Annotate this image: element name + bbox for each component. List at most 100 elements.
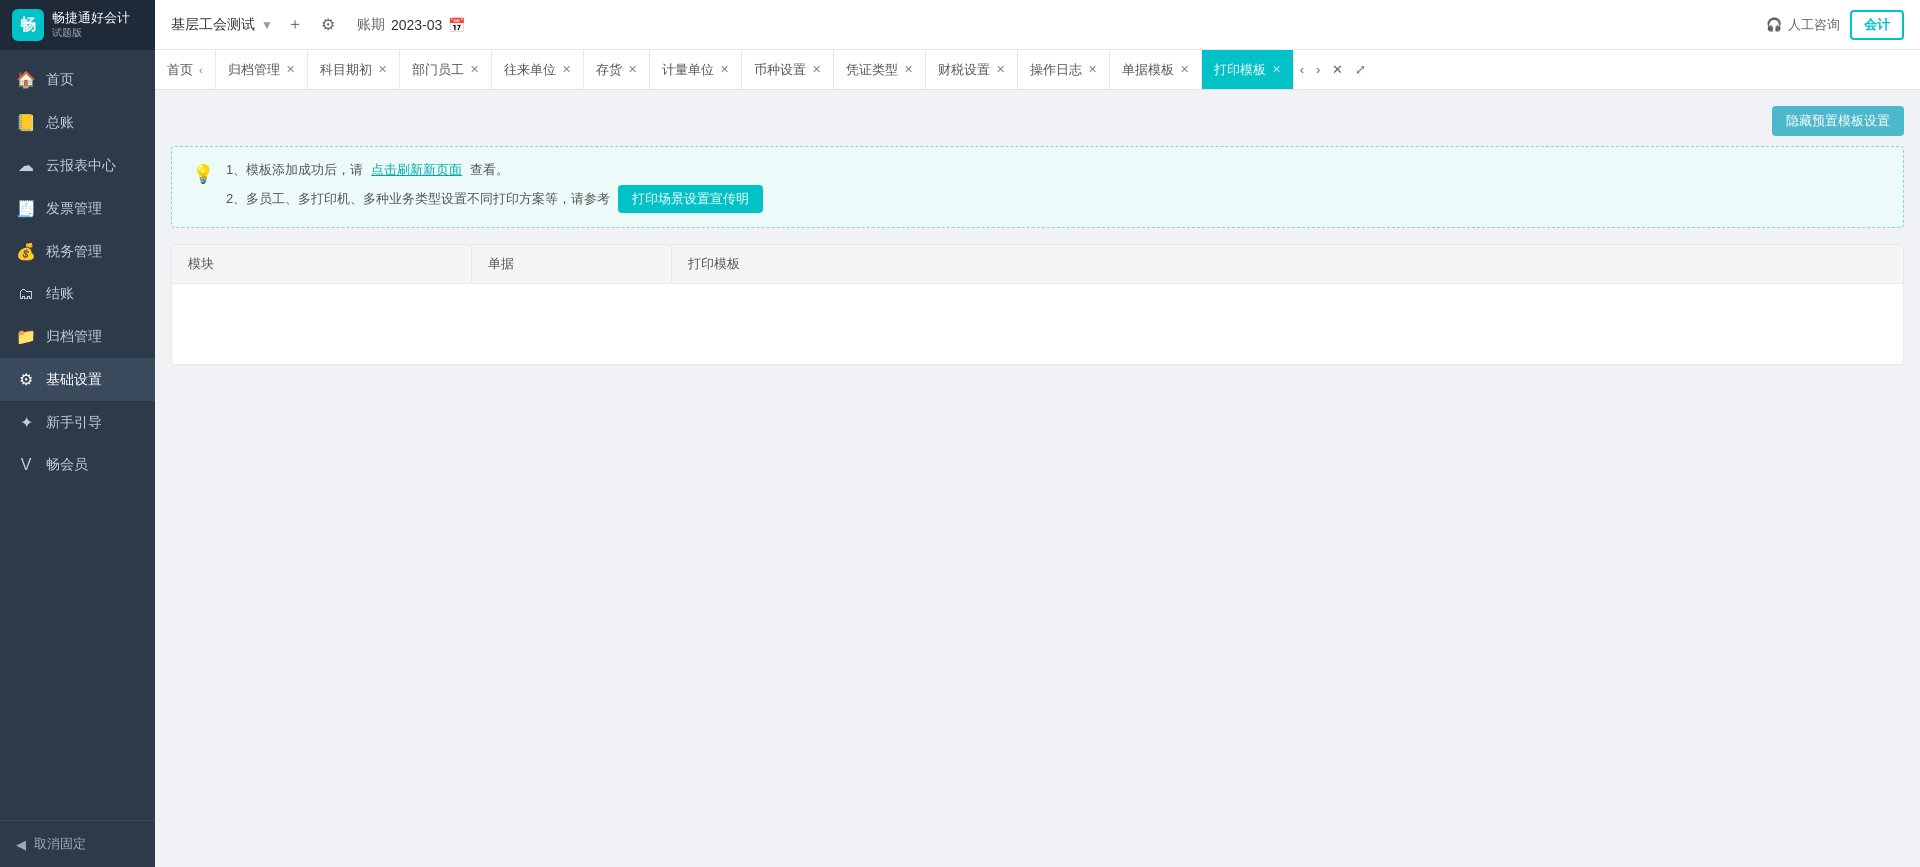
headset-icon: 🎧 <box>1766 17 1782 32</box>
tab-op-log-label: 操作日志 <box>1030 61 1082 79</box>
info-line1-suffix: 查看。 <box>470 161 509 179</box>
sidebar-item-label: 归档管理 <box>46 328 102 346</box>
col-print-template: 打印模板 <box>672 245 1903 283</box>
period-display: 账期 2023-03 📅 <box>357 16 465 34</box>
member-icon: V <box>16 456 36 474</box>
unpin-icon: ◀ <box>16 837 26 852</box>
tab-print-template-close-icon[interactable]: ✕ <box>1272 63 1281 76</box>
tab-voucher-type-close-icon[interactable]: ✕ <box>904 63 913 76</box>
tab-dept-employee[interactable]: 部门员工 ✕ <box>400 50 492 89</box>
tab-currency-close-icon[interactable]: ✕ <box>812 63 821 76</box>
sidebar: 畅 畅捷通好会计 试题版 🏠 首页 📒 总账 ☁ 云报表中心 🧾 发票管理 💰 … <box>0 0 155 867</box>
tab-contacts-label: 往来单位 <box>504 61 556 79</box>
tab-voucher-type[interactable]: 凭证类型 ✕ <box>834 50 926 89</box>
col-module: 模块 <box>172 245 472 283</box>
period-label: 账期 <box>357 16 385 34</box>
tab-close-all[interactable]: ✕ <box>1326 50 1349 89</box>
sidebar-nav: 🏠 首页 📒 总账 ☁ 云报表中心 🧾 发票管理 💰 税务管理 🗂 结账 📁 归… <box>0 50 155 820</box>
home-icon: 🏠 <box>16 70 36 89</box>
tab-single-template-label: 单据模板 <box>1122 61 1174 79</box>
tab-op-log-close-icon[interactable]: ✕ <box>1088 63 1097 76</box>
refresh-link[interactable]: 点击刷新新页面 <box>371 161 462 179</box>
close-account-icon: 🗂 <box>16 285 36 303</box>
info-box: 💡 1、模板添加成功后，请 点击刷新新页面 查看。 2、多员工、多打印机、多种业… <box>171 146 1904 228</box>
tab-unit-close-icon[interactable]: ✕ <box>720 63 729 76</box>
tab-unit[interactable]: 计量单位 ✕ <box>650 50 742 89</box>
company-name: 基层工会测试 <box>171 16 255 34</box>
sidebar-item-member[interactable]: V 畅会员 <box>0 444 155 486</box>
info-box-content: 1、模板添加成功后，请 点击刷新新页面 查看。 2、多员工、多打印机、多种业务类… <box>226 161 1883 213</box>
tab-archive-mgmt-close-icon[interactable]: ✕ <box>286 63 295 76</box>
info-line-2: 2、多员工、多打印机、多种业务类型设置不同打印方案等，请参考 打印场景设置宣传明 <box>226 185 1883 213</box>
tab-subject-init[interactable]: 科目期初 ✕ <box>308 50 400 89</box>
service-label: 人工咨询 <box>1788 16 1840 34</box>
sidebar-item-tax[interactable]: 💰 税务管理 <box>0 230 155 273</box>
settings-gear-icon[interactable]: ⚙ <box>317 15 339 34</box>
sidebar-item-label: 畅会员 <box>46 456 88 474</box>
tab-currency[interactable]: 币种设置 ✕ <box>742 50 834 89</box>
info-line-1: 1、模板添加成功后，请 点击刷新新页面 查看。 <box>226 161 1883 179</box>
info-line1-prefix: 1、模板添加成功后，请 <box>226 161 363 179</box>
sidebar-footer-unpin[interactable]: ◀ 取消固定 <box>0 820 155 867</box>
sidebar-item-guide[interactable]: ✦ 新手引导 <box>0 401 155 444</box>
tab-archive-mgmt-label: 归档管理 <box>228 61 280 79</box>
tab-dept-employee-label: 部门员工 <box>412 61 464 79</box>
tab-inventory-close-icon[interactable]: ✕ <box>628 63 637 76</box>
tab-contacts-close-icon[interactable]: ✕ <box>562 63 571 76</box>
archive-icon: 📁 <box>16 327 36 346</box>
sidebar-item-basic-settings[interactable]: ⚙ 基础设置 <box>0 358 155 401</box>
tax-icon: 💰 <box>16 242 36 261</box>
accountant-button[interactable]: 会计 <box>1850 10 1904 40</box>
sidebar-item-cloud-report[interactable]: ☁ 云报表中心 <box>0 144 155 187</box>
tab-contacts[interactable]: 往来单位 ✕ <box>492 50 584 89</box>
service-button[interactable]: 🎧 人工咨询 <box>1766 16 1840 34</box>
tab-tax-settings-close-icon[interactable]: ✕ <box>996 63 1005 76</box>
sidebar-item-label: 基础设置 <box>46 371 102 389</box>
tab-print-template[interactable]: 打印模板 ✕ <box>1202 50 1294 89</box>
print-scene-button[interactable]: 打印场景设置宣传明 <box>618 185 763 213</box>
table-body <box>172 284 1903 364</box>
tab-single-template-close-icon[interactable]: ✕ <box>1180 63 1189 76</box>
sidebar-item-close-account[interactable]: 🗂 结账 <box>0 273 155 315</box>
tab-op-log[interactable]: 操作日志 ✕ <box>1018 50 1110 89</box>
settings-icon: ⚙ <box>16 370 36 389</box>
tab-scroll-right[interactable]: › <box>1310 50 1326 89</box>
invoice-icon: 🧾 <box>16 199 36 218</box>
add-tab-button[interactable]: ＋ <box>283 14 307 35</box>
sidebar-item-label: 云报表中心 <box>46 157 116 175</box>
tab-tax-settings[interactable]: 财税设置 ✕ <box>926 50 1018 89</box>
company-selector[interactable]: 基层工会测试 ▼ <box>171 16 273 34</box>
tab-subject-init-label: 科目期初 <box>320 61 372 79</box>
tab-home[interactable]: 首页 ‹ <box>155 50 216 89</box>
tab-subject-init-close-icon[interactable]: ✕ <box>378 63 387 76</box>
sidebar-item-label: 首页 <box>46 71 74 89</box>
sidebar-item-label: 新手引导 <box>46 414 102 432</box>
ledger-icon: 📒 <box>16 113 36 132</box>
data-table: 模块 单据 打印模板 <box>171 244 1904 365</box>
tab-single-template[interactable]: 单据模板 ✕ <box>1110 50 1202 89</box>
tab-unit-label: 计量单位 <box>662 61 714 79</box>
tab-dept-employee-close-icon[interactable]: ✕ <box>470 63 479 76</box>
content-area: 隐藏预置模板设置 💡 1、模板添加成功后，请 点击刷新新页面 查看。 2、多员工… <box>155 90 1920 867</box>
calendar-icon[interactable]: 📅 <box>448 17 465 33</box>
table-header: 模块 单据 打印模板 <box>172 245 1903 284</box>
tab-inventory-label: 存货 <box>596 61 622 79</box>
topbar: 基层工会测试 ▼ ＋ ⚙ 账期 2023-03 📅 🎧 人工咨询 会计 <box>155 0 1920 50</box>
content-header: 隐藏预置模板设置 <box>171 106 1904 136</box>
sidebar-item-archive[interactable]: 📁 归档管理 <box>0 315 155 358</box>
tab-scroll-left[interactable]: ‹ <box>1294 50 1310 89</box>
tab-inventory[interactable]: 存货 ✕ <box>584 50 650 89</box>
tab-print-template-label: 打印模板 <box>1214 61 1266 79</box>
tab-home-label: 首页 <box>167 61 193 79</box>
hide-template-button[interactable]: 隐藏预置模板设置 <box>1772 106 1904 136</box>
sidebar-item-invoice[interactable]: 🧾 发票管理 <box>0 187 155 230</box>
tab-archive-mgmt[interactable]: 归档管理 ✕ <box>216 50 308 89</box>
period-value: 2023-03 <box>391 17 442 33</box>
tab-currency-label: 币种设置 <box>754 61 806 79</box>
sidebar-logo: 畅 畅捷通好会计 试题版 <box>0 0 155 50</box>
tab-expand[interactable]: ⤢ <box>1349 50 1372 89</box>
cloud-icon: ☁ <box>16 156 36 175</box>
sidebar-item-home[interactable]: 🏠 首页 <box>0 58 155 101</box>
guide-icon: ✦ <box>16 413 36 432</box>
sidebar-item-ledger[interactable]: 📒 总账 <box>0 101 155 144</box>
